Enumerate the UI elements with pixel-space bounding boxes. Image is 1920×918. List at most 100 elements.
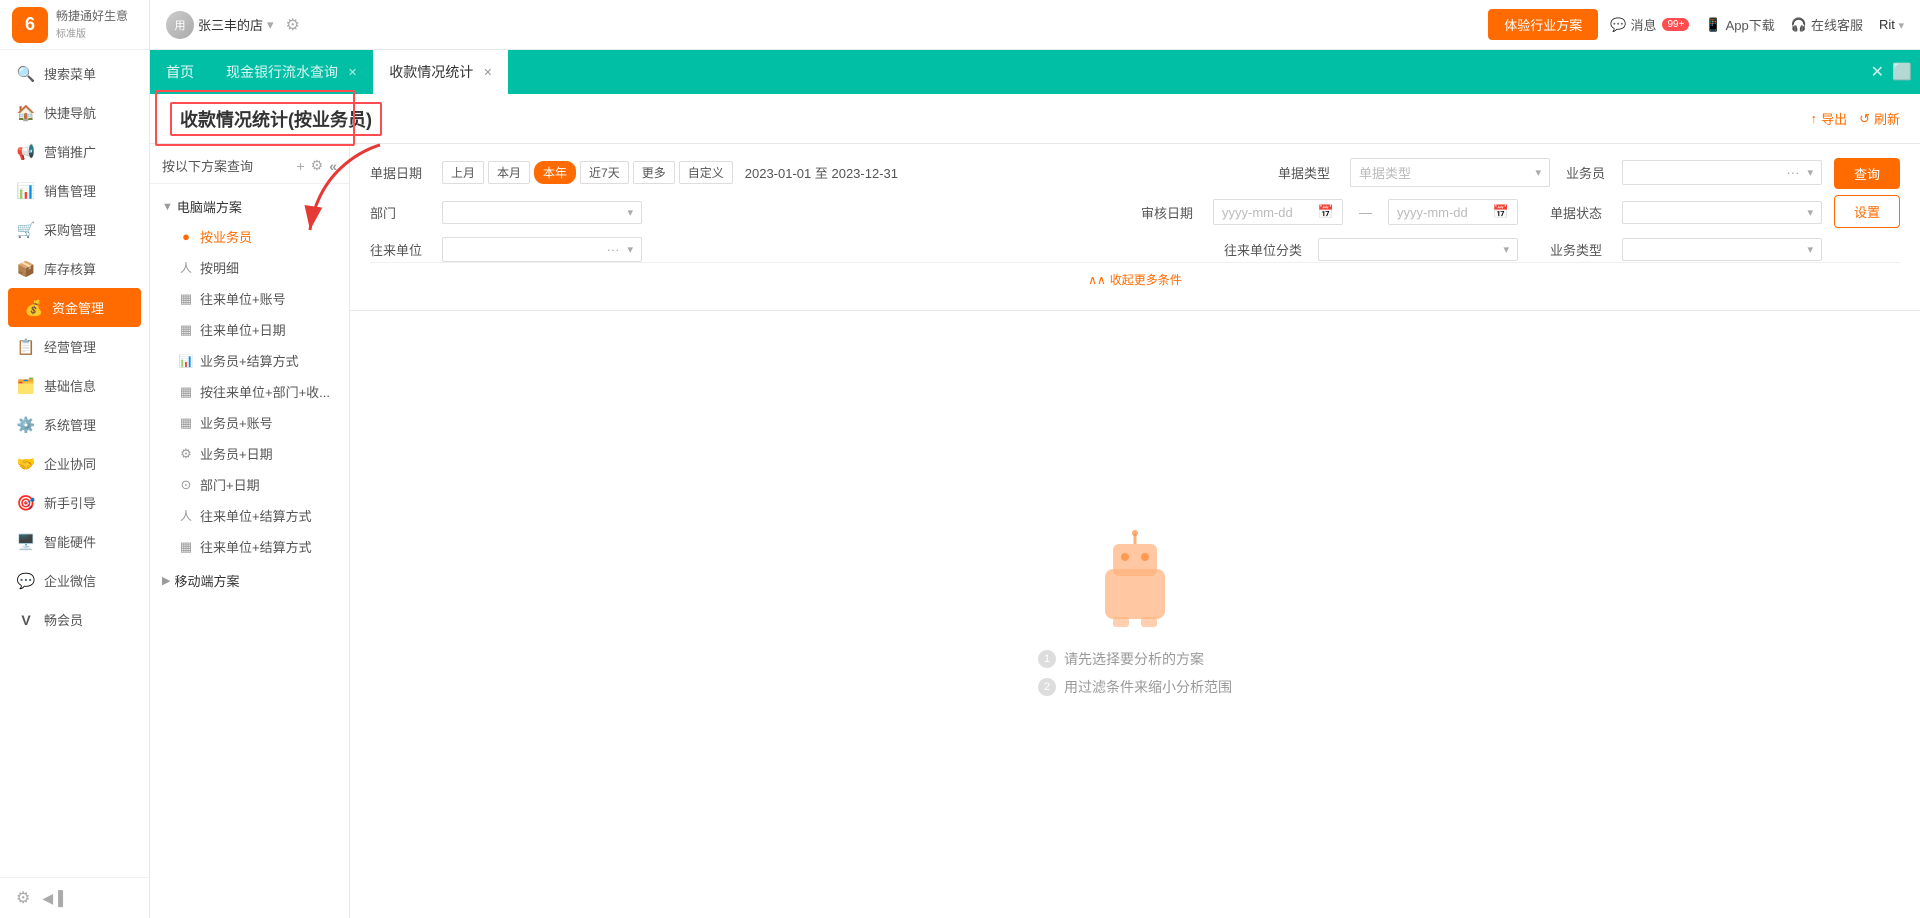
- salesman-select[interactable]: ··· ▾: [1622, 160, 1822, 185]
- service-icon: 🎧: [1791, 17, 1807, 33]
- system-icon: ⚙️: [16, 416, 36, 434]
- scheme-group-desktop-title[interactable]: ▼ 电脑端方案: [150, 192, 349, 221]
- left-panel: 按以下方案查询 + ⚙ « ▼ 电脑端方案 ● 按业务员: [150, 144, 350, 918]
- query-button[interactable]: 查询: [1834, 158, 1900, 189]
- online-service-button[interactable]: 🎧 在线客服: [1791, 15, 1863, 34]
- add-scheme-button[interactable]: +: [296, 158, 304, 174]
- sidebar-item-quicknav[interactable]: 🏠 快捷导航: [0, 93, 149, 132]
- enterprise-icon: 🤝: [16, 455, 36, 473]
- customer-label: 往来单位: [370, 240, 426, 259]
- btn-custom-date[interactable]: 自定义: [679, 161, 733, 184]
- btn-more-date[interactable]: 更多: [633, 161, 675, 184]
- marketing-icon: 📢: [16, 143, 36, 161]
- scheme-item-customer-settle1[interactable]: 人 往来单位+结算方式: [150, 500, 349, 531]
- refresh-icon: ↺: [1859, 111, 1870, 127]
- export-button[interactable]: ↑ 导出: [1811, 109, 1848, 128]
- dept-select[interactable]: ▾: [442, 201, 642, 224]
- scheme-gear-button[interactable]: ⚙: [311, 157, 324, 174]
- scheme-group-mobile-title[interactable]: ▶ 移动端方案: [150, 566, 349, 595]
- sidebar-item-basicinfo[interactable]: 🗂️ 基础信息: [0, 366, 149, 405]
- btn-this-month[interactable]: 本月: [488, 161, 530, 184]
- sidebar-item-business[interactable]: 📋 经营管理: [0, 327, 149, 366]
- sidebar-item-inventory[interactable]: 📦 库存核算: [0, 249, 149, 288]
- scheme-item-detail[interactable]: 人 按明细: [150, 252, 349, 283]
- biz-type-select[interactable]: ▾: [1622, 238, 1822, 261]
- sidebar-item-hardware[interactable]: 🖥️ 智能硬件: [0, 522, 149, 561]
- salesman-more-icon[interactable]: ···: [1786, 165, 1799, 180]
- page-header: 收款情况统计(按业务员) ↑ 导出 ↺ 刷新: [150, 94, 1920, 144]
- tab-bar-right: ✕ ⬜: [1871, 62, 1920, 82]
- purchase-icon: 🛒: [16, 221, 36, 239]
- hint-item-2: 2 用过滤条件来缩小分析范围: [1038, 673, 1232, 701]
- tab-home[interactable]: 首页: [150, 50, 210, 94]
- app-download-button[interactable]: 📱 App下载: [1705, 15, 1774, 34]
- set-button[interactable]: 设置: [1834, 195, 1900, 228]
- scheme-item-salesman-account[interactable]: ▦ 业务员+账号: [150, 407, 349, 438]
- customer-type-label: 往来单位分类: [1224, 240, 1302, 259]
- tab-close-collection[interactable]: ✕: [483, 66, 492, 79]
- scheme-item-customer-settle2[interactable]: ▦ 往来单位+结算方式: [150, 531, 349, 562]
- sidebar-item-vip[interactable]: V 畅会员: [0, 600, 149, 639]
- customer-type-chevron: ▾: [1503, 243, 1509, 256]
- sidebar-item-finance[interactable]: 💰 资金管理: [8, 288, 141, 327]
- sidebar-item-wechat[interactable]: 💬 企业微信: [0, 561, 149, 600]
- tab-collection-stats[interactable]: 收款情况统计 ✕: [373, 50, 508, 94]
- review-date-to[interactable]: yyyy-mm-dd 📅: [1388, 199, 1518, 225]
- review-date-from[interactable]: yyyy-mm-dd 📅: [1213, 199, 1343, 225]
- btn-last-month[interactable]: 上月: [442, 161, 484, 184]
- tab-bank-flow[interactable]: 现金银行流水查询 ✕: [210, 50, 373, 94]
- btn-this-year[interactable]: 本年: [534, 161, 576, 184]
- customer-chevron: ▾: [627, 243, 633, 256]
- collapse-sidebar-icon[interactable]: ◀▐: [42, 890, 63, 907]
- doc-status-select[interactable]: ▾: [1622, 201, 1822, 224]
- gear-settings-icon[interactable]: ⚙: [286, 15, 300, 35]
- robot-svg: [1075, 529, 1195, 629]
- trial-button[interactable]: 体验行业方案: [1488, 9, 1598, 40]
- detail-icon: 人: [178, 260, 194, 276]
- customer-type-select[interactable]: ▾: [1318, 238, 1518, 261]
- maximize-icon[interactable]: ⬜: [1892, 62, 1912, 82]
- btn-last-7days[interactable]: 近7天: [580, 161, 629, 184]
- sidebar-item-system[interactable]: ⚙️ 系统管理: [0, 405, 149, 444]
- sidebar-item-search[interactable]: 🔍 搜索菜单: [0, 54, 149, 93]
- scheme-item-salesman-date[interactable]: ⚙ 业务员+日期: [150, 438, 349, 469]
- sidebar-nav: 🔍 搜索菜单 🏠 快捷导航 📢 营销推广 📊 销售管理 🛒 采购管理 📦 库存核…: [0, 50, 149, 877]
- left-panel-header: 按以下方案查询 + ⚙ «: [150, 144, 349, 184]
- close-window-icon[interactable]: ✕: [1871, 62, 1884, 82]
- scheme-item-customer-date[interactable]: ▦ 往来单位+日期: [150, 314, 349, 345]
- scheme-item-by-salesman[interactable]: ● 按业务员: [150, 221, 349, 252]
- salesman-account-icon: ▦: [178, 415, 194, 431]
- customer-dept-icon: ▦: [178, 384, 194, 400]
- salesman-date-icon: ⚙: [178, 446, 194, 462]
- sidebar-item-enterprise[interactable]: 🤝 企业协同: [0, 444, 149, 483]
- scheme-item-customer-account[interactable]: ▦ 往来单位+账号: [150, 283, 349, 314]
- collapse-panel-button[interactable]: «: [329, 158, 337, 174]
- settings-icon[interactable]: ⚙: [16, 888, 30, 908]
- collapse-filter-bar[interactable]: ∧∧ 收起更多条件: [370, 262, 1900, 296]
- calendar-from-icon: 📅: [1318, 204, 1334, 220]
- doc-type-select[interactable]: 单据类型 ▾: [1350, 158, 1550, 187]
- salesman-label: 业务员: [1566, 163, 1606, 182]
- customer-select[interactable]: ··· ▾: [442, 237, 642, 262]
- logo-icon: 6: [12, 7, 48, 43]
- scheme-item-customer-dept[interactable]: ▦ 按往来单位+部门+收...: [150, 376, 349, 407]
- messages-button[interactable]: 💬 消息 99+: [1610, 15, 1689, 34]
- sidebar-item-guide[interactable]: 🎯 新手引导: [0, 483, 149, 522]
- sidebar-item-purchase[interactable]: 🛒 采购管理: [0, 210, 149, 249]
- customer-date-icon: ▦: [178, 322, 194, 338]
- tab-close-bank[interactable]: ✕: [348, 66, 357, 79]
- biz-type-label: 业务类型: [1550, 240, 1606, 259]
- scheme-item-salesman-settle[interactable]: 📊 业务员+结算方式: [150, 345, 349, 376]
- sales-icon: 📊: [16, 182, 36, 200]
- scheme-group-desktop: ▼ 电脑端方案 ● 按业务员 人 按明细 ▦ 往来单位+账号: [150, 192, 349, 562]
- sidebar-item-sales[interactable]: 📊 销售管理: [0, 171, 149, 210]
- filter-action-buttons: 查询 设置: [1834, 158, 1900, 228]
- doc-type-label: 单据类型: [1278, 163, 1334, 182]
- refresh-button[interactable]: ↺ 刷新: [1859, 109, 1900, 128]
- scheme-item-dept-date[interactable]: ⊙ 部门+日期: [150, 469, 349, 500]
- filter-row-dept: 部门 ▾ 审核日期 yyyy-mm-dd 📅 —: [370, 199, 1822, 225]
- user-dropdown-arrow[interactable]: ▾: [267, 17, 274, 33]
- customer-more-icon[interactable]: ···: [606, 242, 619, 257]
- sidebar-item-marketing[interactable]: 📢 营销推广: [0, 132, 149, 171]
- calendar-to-icon: 📅: [1493, 204, 1509, 220]
